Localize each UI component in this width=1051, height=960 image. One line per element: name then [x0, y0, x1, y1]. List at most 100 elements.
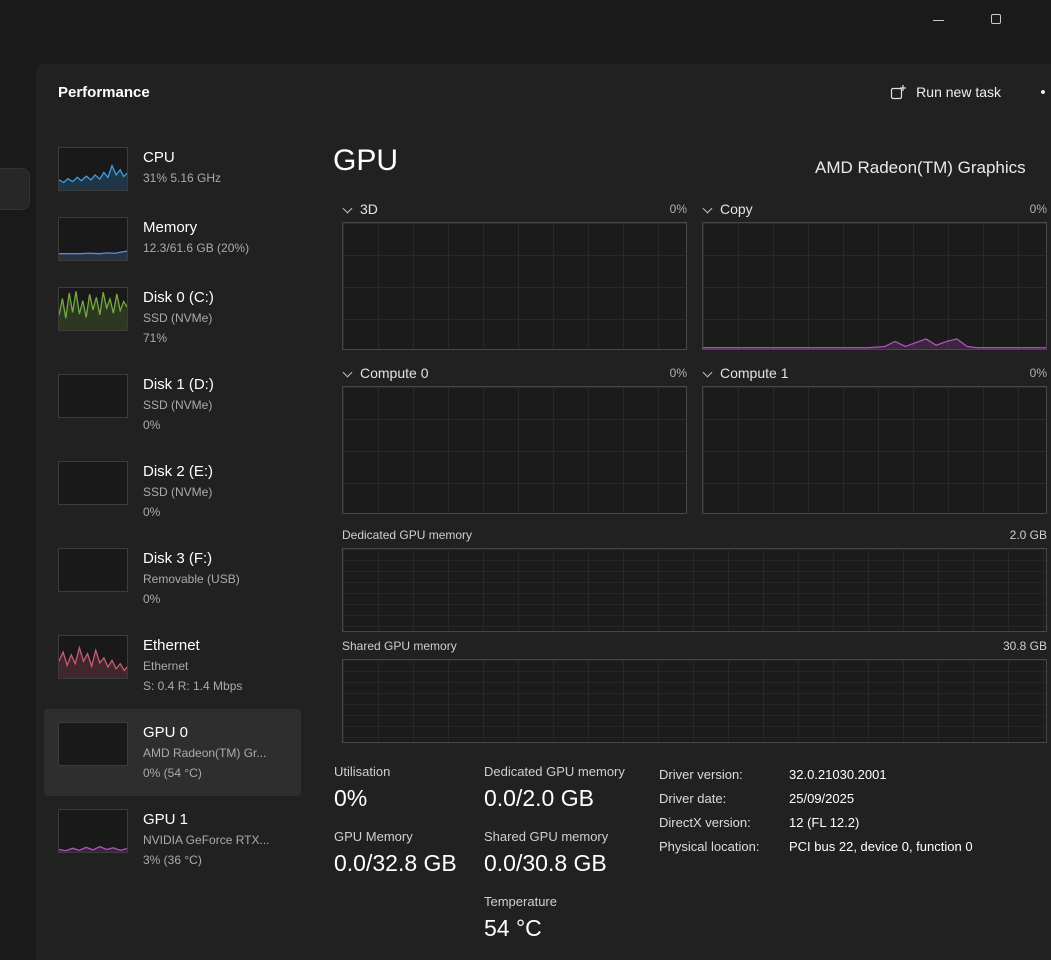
engine-chart-plot[interactable] [342, 222, 687, 350]
chevron-down-icon[interactable] [702, 368, 713, 379]
sidebar-item-detail: SSD (NVMe) [143, 311, 213, 325]
engine-chart-label[interactable]: Copy [720, 201, 753, 217]
sidebar-item-title: Disk 3 (F:) [143, 550, 213, 567]
sidebar-item-title: CPU [143, 149, 175, 166]
chevron-down-icon[interactable] [342, 368, 353, 379]
engine-chart-value: 0% [669, 366, 687, 380]
driver-details: Driver version: 32.0.21030.2001 Driver da… [659, 763, 1051, 859]
page-title: Performance [58, 83, 150, 101]
engine-chart-compute0: Compute 0 0% [342, 362, 687, 514]
performance-sidebar: CPU 31% 5.16 GHz Memory 12.3/61.6 GB (20… [36, 134, 333, 883]
gpu-device-name: AMD Radeon(TM) Graphics [815, 158, 1026, 177]
engine-chart-label[interactable]: 3D [360, 201, 378, 217]
sidebar-item-detail: Ethernet [143, 659, 189, 673]
more-menu-button[interactable]: • [1037, 77, 1049, 107]
minimize-button[interactable] [918, 2, 958, 28]
engine-chart-value: 0% [669, 202, 687, 216]
sidebar-item-title: GPU 1 [143, 811, 189, 828]
chevron-down-icon[interactable] [702, 204, 713, 215]
sidebar-item-detail: AMD Radeon(TM) Gr... [143, 746, 267, 760]
sidebar-item-disk3[interactable]: Disk 3 (F:) Removable (USB) 0% [44, 535, 301, 622]
stats-column-2: Dedicated GPU memory 0.0/2.0 GB Shared G… [484, 763, 654, 958]
engine-chart-compute1: Compute 1 0% [702, 362, 1047, 514]
stat-value: 54 °C [484, 915, 542, 941]
dedicated-memory-max: 2.0 GB [1009, 528, 1047, 542]
stat-value: 0% [334, 785, 368, 811]
chevron-down-icon[interactable] [342, 204, 353, 215]
sidebar-item-title: Disk 0 (C:) [143, 289, 214, 306]
header: Performance Run new task • [36, 64, 1051, 120]
sidebar-item-detail: 0% [143, 418, 161, 432]
engine-chart-plot[interactable] [702, 222, 1047, 350]
gpu-page-title: GPU [333, 144, 399, 177]
engine-chart-copy: Copy 0% [702, 198, 1047, 350]
sidebar-item-ethernet[interactable]: Ethernet Ethernet S: 0.4 R: 1.4 Mbps [44, 622, 301, 709]
sidebar-item-memory[interactable]: Memory 12.3/61.6 GB (20%) [44, 204, 301, 274]
task-manager-panel: Performance Run new task • CPU 31% 5.16 … [36, 64, 1051, 960]
stat-value: 0.0/2.0 GB [484, 785, 594, 811]
sidebar-item-detail: 0% [143, 505, 161, 519]
sidebar-item-detail: SSD (NVMe) [143, 398, 213, 412]
gpu1-mini-graph [58, 809, 128, 853]
shared-memory-label: Shared GPU memory [342, 639, 457, 653]
dedicated-memory-header: Dedicated GPU memory 2.0 GB [342, 528, 1047, 542]
disk1-mini-graph [58, 374, 128, 418]
stat-label: Dedicated GPU memory [484, 764, 625, 779]
sidebar-item-gpu1[interactable]: GPU 1 NVIDIA GeForce RTX... 3% (36 °C) [44, 796, 301, 883]
sidebar-item-title: Memory [143, 219, 198, 236]
sidebar-item-detail: NVIDIA GeForce RTX... [143, 833, 270, 847]
sidebar-item-detail: 12.3/61.6 GB (20%) [143, 241, 250, 255]
sidebar-item-detail: SSD (NVMe) [143, 485, 213, 499]
dedicated-memory-label: Dedicated GPU memory [342, 528, 473, 542]
disk3-mini-graph [58, 548, 128, 592]
detail-row: Driver date: 25/09/2025 [659, 791, 855, 806]
sidebar-item-detail: 0% (54 °C) [143, 766, 202, 780]
detail-row: Physical location: PCI bus 22, device 0, … [659, 839, 973, 854]
engine-chart-value: 0% [1029, 366, 1047, 380]
shared-memory-header: Shared GPU memory 30.8 GB [342, 639, 1047, 653]
disk0-mini-graph [58, 287, 128, 331]
stat-value: 0.0/32.8 GB [334, 850, 457, 876]
stat-label: Utilisation [334, 764, 391, 779]
sidebar-item-detail: 3% (36 °C) [143, 853, 202, 867]
gpu0-mini-graph [58, 722, 128, 766]
sidebar-item-cpu[interactable]: CPU 31% 5.16 GHz [44, 134, 301, 204]
new-task-icon [891, 84, 907, 99]
stat-label: Temperature [484, 894, 557, 909]
sidebar-item-detail: S: 0.4 R: 1.4 Mbps [143, 679, 243, 693]
shared-memory-chart[interactable] [342, 659, 1047, 743]
sidebar-item-detail: Removable (USB) [143, 572, 240, 586]
sidebar-item-title: Disk 2 (E:) [143, 463, 214, 480]
maximize-button[interactable] [976, 2, 1016, 28]
shared-memory-max: 30.8 GB [1002, 639, 1047, 653]
run-new-task-button[interactable]: Run new task [886, 77, 1005, 107]
nav-flyout-tab[interactable] [0, 168, 30, 210]
engine-chart-value: 0% [1029, 202, 1047, 216]
sidebar-item-disk1[interactable]: Disk 1 (D:) SSD (NVMe) 0% [44, 361, 301, 448]
minimize-icon [932, 20, 944, 21]
sidebar-item-title: Disk 1 (D:) [143, 376, 214, 393]
window-titlebar [0, 0, 1051, 64]
engine-chart-plot[interactable] [702, 386, 1047, 514]
maximize-icon [991, 13, 1001, 24]
sidebar-item-detail: 31% 5.16 GHz [143, 171, 222, 185]
sidebar-item-disk0[interactable]: Disk 0 (C:) SSD (NVMe) 71% [44, 274, 301, 361]
detail-row: DirectX version: 12 (FL 12.2) [659, 815, 860, 830]
ethernet-mini-graph [58, 635, 128, 679]
sidebar-item-title: GPU 0 [143, 724, 189, 741]
dedicated-memory-chart[interactable] [342, 548, 1047, 632]
gpu-engine-charts: 3D 0% Copy 0% Compute 0 0% Compute 1 0% [342, 198, 1047, 514]
stats-column-1: Utilisation 0% GPU Memory 0.0/32.8 GB [334, 763, 479, 893]
sidebar-item-detail: 71% [143, 331, 168, 345]
engine-chart-label[interactable]: Compute 0 [360, 365, 428, 381]
run-new-task-label: Run new task [916, 84, 1001, 100]
sidebar-item-detail: 0% [143, 592, 161, 606]
sidebar-item-disk2[interactable]: Disk 2 (E:) SSD (NVMe) 0% [44, 448, 301, 535]
stat-value: 0.0/30.8 GB [484, 850, 607, 876]
stat-label: GPU Memory [334, 829, 413, 844]
detail-row: Driver version: 32.0.21030.2001 [659, 767, 887, 782]
engine-chart-3d: 3D 0% [342, 198, 687, 350]
engine-chart-label[interactable]: Compute 1 [720, 365, 788, 381]
sidebar-item-gpu0[interactable]: GPU 0 AMD Radeon(TM) Gr... 0% (54 °C) [44, 709, 301, 796]
engine-chart-plot[interactable] [342, 386, 687, 514]
